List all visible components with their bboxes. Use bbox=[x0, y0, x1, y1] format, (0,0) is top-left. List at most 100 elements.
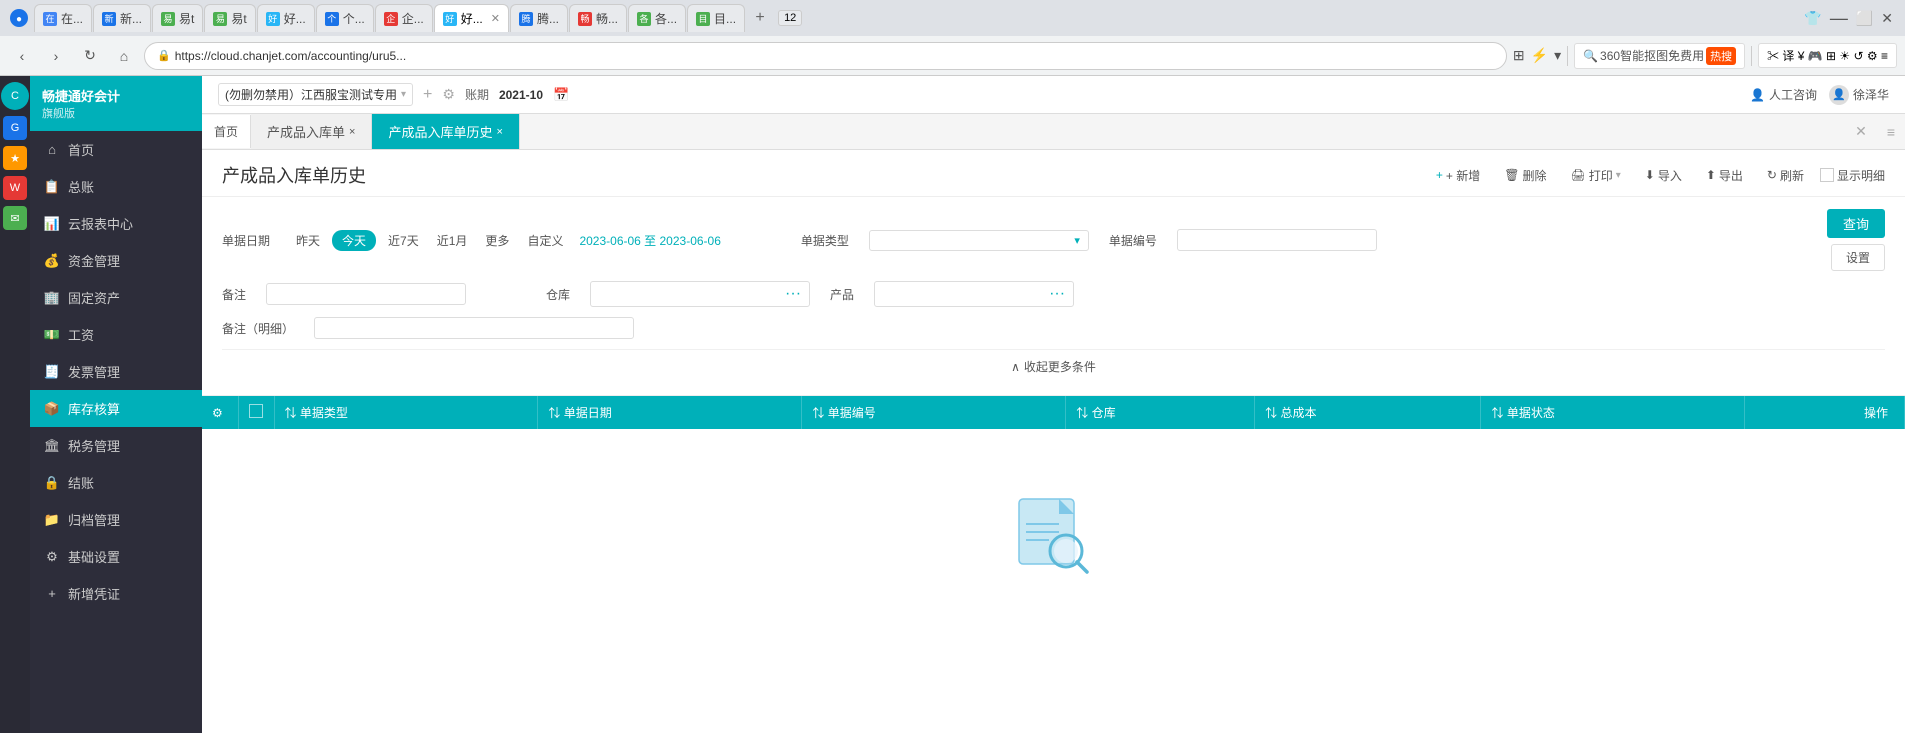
tab-3[interactable]: 易 易t bbox=[152, 4, 203, 32]
nav-item-ledger[interactable]: 📋 总账 bbox=[30, 168, 202, 205]
extensions-button[interactable]: ⊞ bbox=[1513, 47, 1525, 64]
bill-type-selector[interactable]: ▾ bbox=[869, 230, 1089, 251]
tab-8-close-button[interactable]: ✕ bbox=[491, 12, 500, 25]
th-gear[interactable]: ⚙ bbox=[202, 396, 238, 429]
home-browser-button[interactable]: ⌂ bbox=[110, 42, 138, 70]
print-dropdown-icon: ▾ bbox=[1616, 170, 1621, 181]
nav-item-reports[interactable]: 📊 云报表中心 bbox=[30, 205, 202, 242]
tab-bill-list-label: 产成品入库单 bbox=[267, 122, 345, 141]
add-company-button[interactable]: + bbox=[423, 86, 432, 104]
tab-2[interactable]: 新 新... bbox=[93, 4, 151, 32]
nav-item-assets[interactable]: 🏢 固定资产 bbox=[30, 279, 202, 316]
tab-5[interactable]: 好 好... bbox=[257, 4, 315, 32]
maximize-button[interactable]: ⬜ bbox=[1856, 10, 1873, 27]
sidebar-icon-mail[interactable]: ✉ bbox=[3, 206, 27, 230]
show-detail-checkbox[interactable]: 显示明细 bbox=[1820, 167, 1885, 184]
minimize-button[interactable]: — bbox=[1830, 9, 1848, 27]
remark-detail-input[interactable] bbox=[314, 317, 634, 339]
close-all-pages-button[interactable]: ✕ bbox=[1845, 115, 1877, 148]
select-all-checkbox[interactable] bbox=[249, 404, 263, 418]
scissors-button[interactable]: ✂ 译 ¥ 🎮 ⊞ ☀ ↺ ⚙ ≡ bbox=[1758, 43, 1897, 68]
search-bar[interactable]: 🔍 360智能抠图免费用 热搜 bbox=[1574, 43, 1745, 69]
nav-item-newbill[interactable]: + 新增凭证 bbox=[30, 575, 202, 612]
close-button[interactable]: ✕ bbox=[1881, 10, 1893, 27]
import-button[interactable]: ⬇ 导入 bbox=[1637, 164, 1690, 187]
tab-bill-history[interactable]: 产成品入库单历史 × bbox=[372, 114, 519, 149]
new-tab-button[interactable]: + bbox=[746, 4, 774, 32]
tab-1[interactable]: 在 在... bbox=[34, 4, 92, 32]
sidebar-icon-orange[interactable]: ★ bbox=[3, 146, 27, 170]
date-7days-button[interactable]: 近7天 bbox=[382, 230, 425, 251]
print-button[interactable]: 🖨 打印 ▾ bbox=[1562, 164, 1628, 187]
nav-item-home[interactable]: ⌂ 首页 bbox=[30, 131, 202, 168]
address-input[interactable]: 🔒 https://cloud.chanjet.com/accounting/u… bbox=[144, 42, 1507, 70]
date-custom-button[interactable]: 自定义 bbox=[521, 230, 569, 251]
remark-input[interactable] bbox=[266, 283, 466, 305]
th-bill-date-sort-icon[interactable]: ⇅ bbox=[548, 406, 560, 420]
gear-settings-icon[interactable]: ⚙ bbox=[212, 406, 223, 420]
dropdown-button[interactable]: ▾ bbox=[1554, 47, 1561, 64]
bill-no-input[interactable] bbox=[1177, 229, 1377, 251]
user-service-button[interactable]: 👤 人工咨询 bbox=[1750, 86, 1817, 103]
add-button[interactable]: + + 新增 bbox=[1428, 164, 1488, 187]
product-selector[interactable]: ··· bbox=[874, 281, 1074, 307]
nav-item-funds[interactable]: 💰 资金管理 bbox=[30, 242, 202, 279]
nav-item-invoice[interactable]: 🧾 发票管理 bbox=[30, 353, 202, 390]
date-more-button[interactable]: 更多 bbox=[479, 230, 515, 251]
warehouse-selector[interactable]: ··· bbox=[590, 281, 810, 307]
tab-7[interactable]: 企 企... bbox=[375, 4, 433, 32]
th-total-cost-sort-icon[interactable]: ⇅ bbox=[1265, 406, 1277, 420]
tab-8-active[interactable]: 好 好... ✕ bbox=[434, 4, 509, 32]
nav-item-tax[interactable]: 🏛 税务管理 bbox=[30, 427, 202, 464]
nav-item-basic[interactable]: ⚙ 基础设置 bbox=[30, 538, 202, 575]
shirt-icon[interactable]: 👕 bbox=[1804, 10, 1821, 27]
th-bill-type-sort-icon[interactable]: ⇅ bbox=[285, 406, 297, 420]
tab-12[interactable]: 目 目... bbox=[687, 4, 745, 32]
breadcrumb-home[interactable]: 首页 bbox=[202, 115, 251, 148]
tab-10[interactable]: 畅 畅... bbox=[569, 4, 627, 32]
sidebar-icon-red[interactable]: W bbox=[3, 176, 27, 200]
th-bill-no-label: 单据编号 bbox=[828, 406, 876, 420]
forward-button[interactable]: › bbox=[42, 42, 70, 70]
query-button[interactable]: 查询 bbox=[1827, 209, 1885, 238]
sidebar-icon-blue[interactable]: G bbox=[3, 116, 27, 140]
more-pages-button[interactable]: ≡ bbox=[1877, 116, 1905, 148]
collapse-filters-button[interactable]: ∧ 收起更多条件 bbox=[1003, 356, 1104, 377]
calendar-icon[interactable]: 📅 bbox=[553, 87, 569, 103]
user-account-button[interactable]: 👤 徐泽华 bbox=[1829, 85, 1889, 105]
refresh-data-button[interactable]: ↻ 刷新 bbox=[1759, 164, 1812, 187]
date-today-button[interactable]: 今天 bbox=[332, 230, 376, 251]
back-button[interactable]: ‹ bbox=[8, 42, 36, 70]
delete-button[interactable]: 🗑 删除 bbox=[1496, 164, 1554, 187]
tab-count[interactable]: 12 bbox=[778, 10, 802, 26]
lightning-button[interactable]: ⚡ bbox=[1531, 47, 1548, 64]
tab-6[interactable]: 个 个... bbox=[316, 4, 374, 32]
th-bill-status-sort-icon[interactable]: ⇅ bbox=[1491, 406, 1503, 420]
date-yesterday-button[interactable]: 昨天 bbox=[290, 230, 326, 251]
company-selector[interactable]: (勿删勿禁用）江西服宝测试专用 ▾ bbox=[218, 83, 413, 106]
tab-9[interactable]: 腾 腾... bbox=[510, 4, 568, 32]
tab-4[interactable]: 易 易t bbox=[204, 4, 255, 32]
tab-bill-list-close[interactable]: × bbox=[349, 126, 355, 138]
page-tabs: 首页 产成品入库单 × 产成品入库单历史 × ✕ ≡ bbox=[202, 114, 1905, 150]
tab-bill-history-close[interactable]: × bbox=[496, 126, 502, 138]
th-warehouse-sort-icon[interactable]: ⇅ bbox=[1076, 406, 1088, 420]
th-check[interactable] bbox=[238, 396, 274, 429]
nav-item-closing[interactable]: 🔒 结账 bbox=[30, 464, 202, 501]
refresh-browser-button[interactable]: ↻ bbox=[76, 42, 104, 70]
archive-nav-icon: 📁 bbox=[44, 512, 60, 528]
nav-item-archive-label: 归档管理 bbox=[68, 510, 120, 529]
nav-item-archive[interactable]: 📁 归档管理 bbox=[30, 501, 202, 538]
date-1month-button[interactable]: 近1月 bbox=[431, 230, 474, 251]
chanjet-logo[interactable]: C bbox=[1, 82, 29, 110]
settings-company-button[interactable]: ⚙ bbox=[442, 86, 455, 103]
export-button[interactable]: ⬆ 导出 bbox=[1698, 164, 1751, 187]
funds-nav-icon: 💰 bbox=[44, 253, 60, 269]
nav-item-payroll[interactable]: 💵 工资 bbox=[30, 316, 202, 353]
tab-11[interactable]: 各 各... bbox=[628, 4, 686, 32]
tab-6-icon: 个 bbox=[325, 12, 339, 26]
filter-settings-button[interactable]: 设置 bbox=[1831, 244, 1885, 271]
th-bill-no-sort-icon[interactable]: ⇅ bbox=[812, 406, 824, 420]
nav-item-inventory[interactable]: 📦 库存核算 bbox=[30, 390, 202, 427]
tab-bill-list[interactable]: 产成品入库单 × bbox=[251, 114, 372, 149]
